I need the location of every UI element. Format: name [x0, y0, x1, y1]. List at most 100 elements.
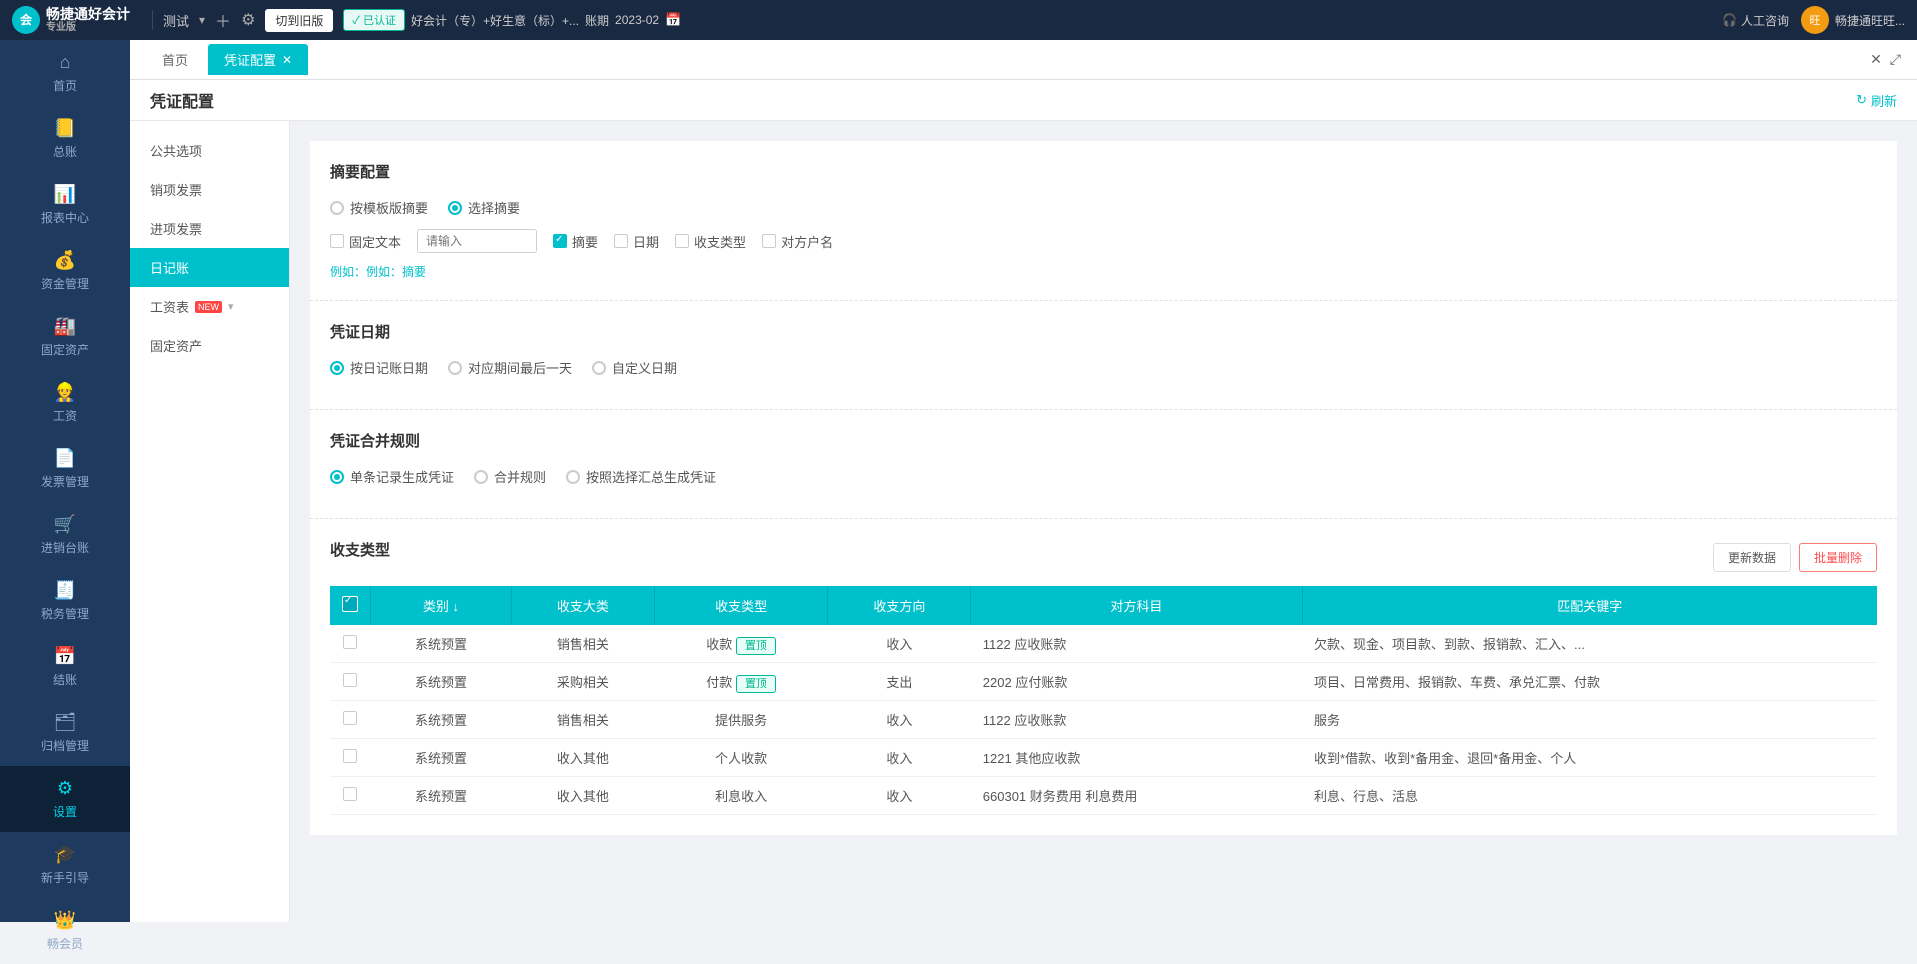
row-sub-type: 个人收款	[654, 739, 828, 777]
sidebar-item-vip[interactable]: 👑 畅会员	[0, 898, 130, 964]
radio-template-summary[interactable]: 按模板版摘要	[330, 198, 428, 217]
topbar: 会 畅捷通好会计 专业版 测试 ▾ ＋ ⚙ 切到旧版 ✓ 已认证 好会计（专）+…	[0, 0, 1917, 40]
row-category: 系统预置	[371, 663, 512, 701]
radio-merge-rules[interactable]: 合并规则	[474, 467, 546, 486]
fixed-text-input[interactable]	[417, 229, 537, 253]
row-direction: 收入	[828, 701, 971, 739]
row-checkbox-cell[interactable]	[330, 739, 371, 777]
row-checkbox-cell[interactable]	[330, 625, 371, 663]
table-header: 收支类型 更新数据 批量删除	[330, 539, 1877, 576]
th-category: 类别 ↓	[371, 586, 512, 625]
help-button[interactable]: 🎧 人工咨询	[1722, 12, 1789, 29]
row-account: 1221 其他应收款	[971, 739, 1302, 777]
row-checkbox[interactable]	[343, 711, 357, 725]
sidebar-item-assets[interactable]: 🏭 固定资产	[0, 304, 130, 370]
table-row: 系统预置 采购相关 付款 置顶 支出 2202 应付账款 项目、日常费用、报销款…	[330, 663, 1877, 701]
payroll-icon: 👷	[54, 382, 76, 403]
topbar-add-icon[interactable]: ＋	[215, 8, 231, 32]
radio-single-record[interactable]: 单条记录生成凭证	[330, 467, 454, 486]
radio-select-summary-generate[interactable]: 按照选择汇总生成凭证	[566, 467, 716, 486]
row-main-type: 收入其他	[511, 777, 654, 815]
row-checkbox[interactable]	[343, 787, 357, 801]
row-direction: 收入	[828, 739, 971, 777]
example-text: 例如：例如：摘要	[330, 263, 1877, 280]
user-name: 畅捷通旺旺...	[1835, 12, 1905, 29]
topbar-dropdown-arrow[interactable]: ▾	[199, 13, 205, 27]
expand-icon[interactable]: ▾	[228, 300, 234, 313]
update-data-button[interactable]: 更新数据	[1713, 543, 1791, 572]
row-sub-type: 付款 置顶	[654, 663, 828, 701]
checkbox-summary[interactable]: 摘要	[553, 232, 598, 251]
ledger-icon: 📒	[54, 118, 76, 139]
th-direction: 收支方向	[828, 586, 971, 625]
sidebar-item-archive[interactable]: 🗂 归档管理	[0, 700, 130, 766]
sidebar-item-tax[interactable]: 🧾 税务管理	[0, 568, 130, 634]
user-info[interactable]: 旺 畅捷通旺旺...	[1801, 6, 1905, 34]
top-badge: 置顶	[736, 637, 776, 655]
sidebar-item-invoice[interactable]: 📄 发票管理	[0, 436, 130, 502]
sidebar-item-close[interactable]: 📅 结账	[0, 634, 130, 700]
left-nav-purchase-invoice[interactable]: 进项发票	[130, 209, 289, 248]
main-area: 首页 凭证配置 ✕ ✕ ⤢ 凭证配置 ↻ 刷新	[130, 40, 1917, 922]
headphone-icon: 🎧	[1722, 13, 1737, 27]
th-checkbox-cell[interactable]	[330, 586, 371, 625]
row-account: 1122 应收账款	[971, 625, 1302, 663]
window-expand-icon[interactable]: ⤢	[1890, 51, 1901, 68]
sidebar-item-funds-label: 资金管理	[41, 275, 89, 292]
sidebar-item-purchase-sales[interactable]: 🛒 进销台账	[0, 502, 130, 568]
left-nav-fixed-assets[interactable]: 固定资产	[130, 326, 289, 365]
summary-checkbox-row: 固定文本 摘要 日期	[330, 229, 1877, 253]
switch-version-button[interactable]: 切到旧版	[265, 9, 333, 32]
row-checkbox-cell[interactable]	[330, 777, 371, 815]
invoice-icon: 📄	[54, 448, 76, 469]
radio-diary-date[interactable]: 按日记账日期	[330, 358, 428, 377]
checkbox-fixed-text[interactable]: 固定文本	[330, 232, 401, 251]
row-checkbox[interactable]	[343, 635, 357, 649]
left-nav-sales-invoice[interactable]: 销项发票	[130, 170, 289, 209]
th-keywords: 匹配关键字	[1302, 586, 1877, 625]
row-sub-type: 提供服务	[654, 701, 828, 739]
batch-delete-button[interactable]: 批量删除	[1799, 543, 1877, 572]
select-all-checkbox[interactable]	[342, 596, 358, 612]
sidebar-item-ledger[interactable]: 📒 总账	[0, 106, 130, 172]
tab-close-icon[interactable]: ✕	[282, 53, 292, 67]
content-header: 凭证配置 ↻ 刷新	[130, 80, 1917, 121]
radio-custom-date-dot	[592, 361, 606, 375]
radio-diary-date-dot	[330, 361, 344, 375]
refresh-button[interactable]: ↻ 刷新	[1856, 91, 1897, 110]
tab-voucher-config[interactable]: 凭证配置 ✕	[208, 44, 308, 75]
radio-select-summary[interactable]: 选择摘要	[448, 198, 520, 217]
sidebar-item-close-label: 结账	[53, 671, 77, 688]
checkbox-counterpart-name[interactable]: 对方户名	[762, 232, 833, 251]
checkbox-date[interactable]: 日期	[614, 232, 659, 251]
sidebar-item-funds[interactable]: 💰 资金管理	[0, 238, 130, 304]
row-checkbox[interactable]	[343, 673, 357, 687]
tab-home[interactable]: 首页	[146, 44, 204, 75]
row-checkbox-cell[interactable]	[330, 701, 371, 739]
row-sub-type: 收款 置顶	[654, 625, 828, 663]
left-nav-diary[interactable]: 日记账	[130, 248, 289, 287]
radio-last-day[interactable]: 对应期间最后一天	[448, 358, 572, 377]
row-checkbox[interactable]	[343, 749, 357, 763]
sidebar-item-payroll[interactable]: 👷 工资	[0, 370, 130, 436]
refresh-icon: ↻	[1856, 92, 1867, 108]
sidebar-item-reports[interactable]: 📊 报表中心	[0, 172, 130, 238]
sidebar-item-invoice-label: 发票管理	[41, 473, 89, 490]
calendar-icon[interactable]: 📅	[665, 12, 681, 28]
purchase-sales-icon: 🛒	[54, 514, 76, 535]
checkbox-income-type[interactable]: 收支类型	[675, 232, 746, 251]
sidebar-item-guide[interactable]: 🎓 新手引导	[0, 832, 130, 898]
radio-last-day-dot	[448, 361, 462, 375]
sidebar-item-home[interactable]: ⌂ 首页	[0, 40, 130, 106]
left-nav-payroll-table[interactable]: 工资表 NEW ▾	[130, 287, 289, 326]
row-checkbox-cell[interactable]	[330, 663, 371, 701]
sidebar-item-purchase-sales-label: 进销台账	[41, 539, 89, 556]
left-nav-public[interactable]: 公共选项	[130, 131, 289, 170]
sidebar-item-home-label: 首页	[53, 77, 77, 94]
assets-icon: 🏭	[54, 316, 76, 337]
topbar-settings-icon[interactable]: ⚙	[241, 10, 255, 30]
radio-custom-date[interactable]: 自定义日期	[592, 358, 677, 377]
vip-icon: 👑	[54, 910, 76, 931]
sidebar-item-settings[interactable]: ⚙ 设置	[0, 766, 130, 832]
window-close-icon[interactable]: ✕	[1870, 51, 1882, 68]
